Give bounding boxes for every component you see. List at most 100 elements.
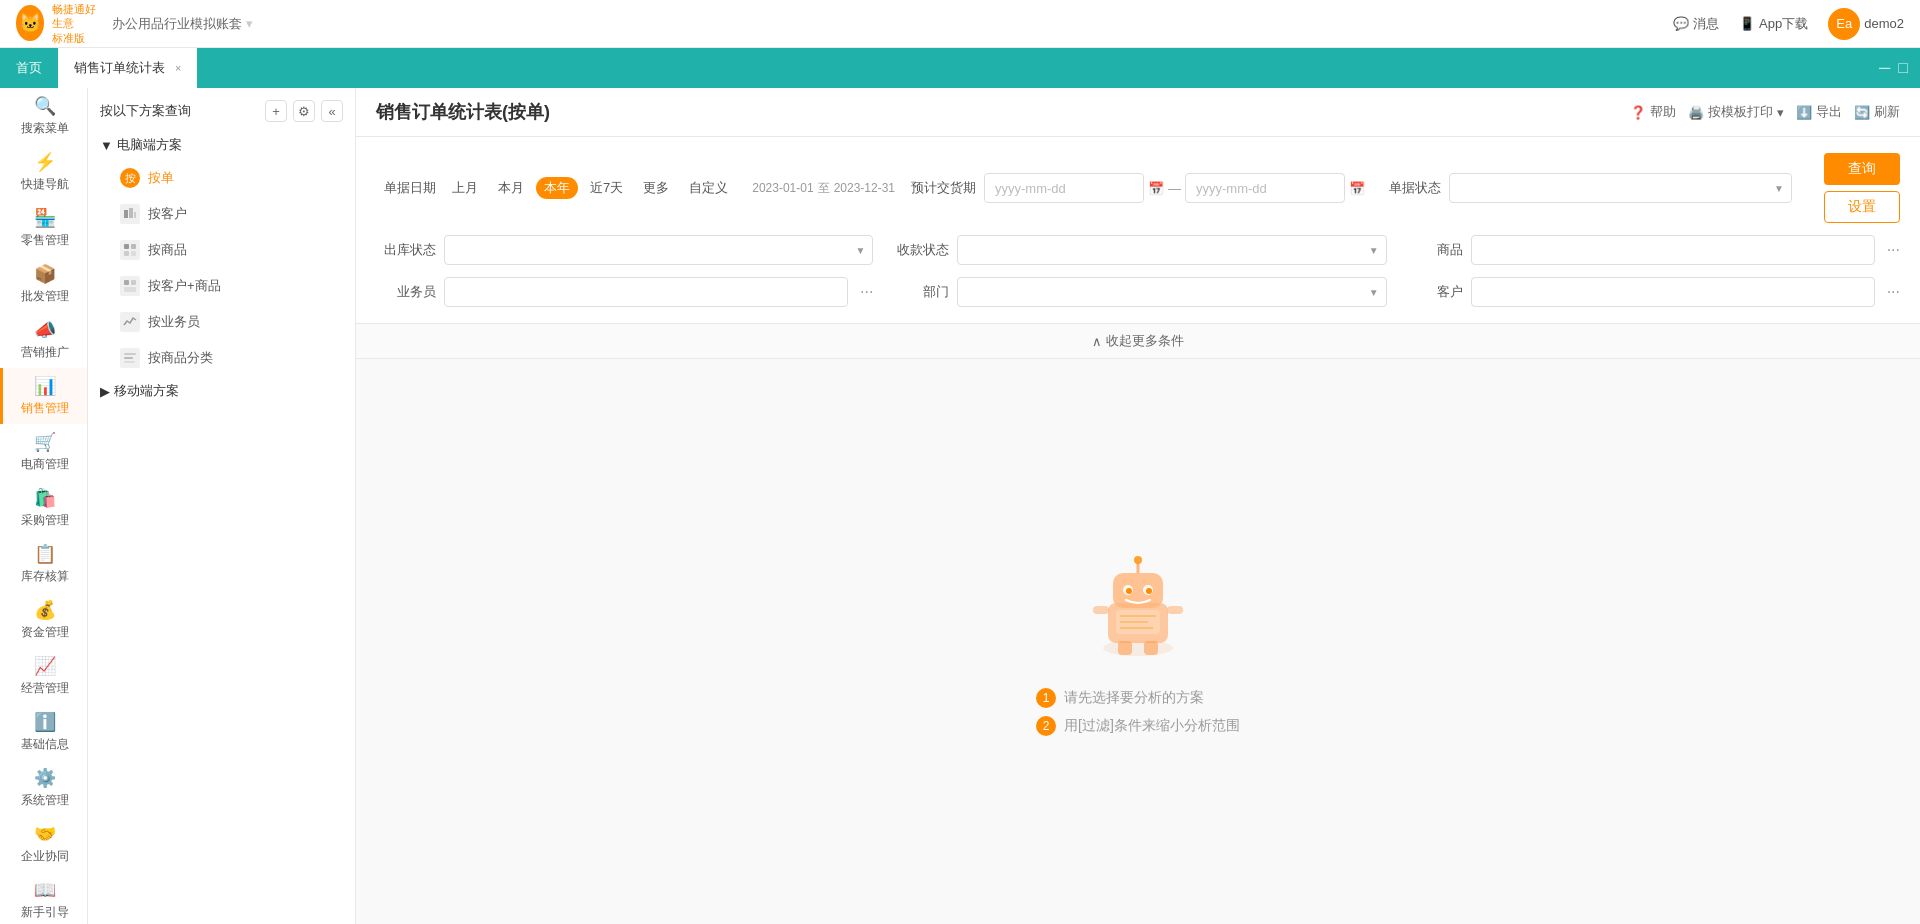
refresh-button[interactable]: 🔄 刷新 [1854, 103, 1900, 121]
finance-icon: 💰 [34, 599, 56, 621]
filter-area: 单据日期 上月 本月 本年 近7天 更多 自定义 2023-01-01 至 [356, 137, 1920, 324]
settings-scheme-button[interactable]: ⚙ [293, 100, 315, 122]
marketing-icon: 📣 [34, 319, 56, 341]
sidebar-item-wholesale[interactable]: 📦 批发管理 [0, 256, 87, 312]
status-label: 单据状态 [1381, 179, 1441, 197]
sidebar-item-operation[interactable]: 📈 经营管理 [0, 648, 87, 704]
logo-text: 畅捷通好生意 标准版 [52, 2, 104, 45]
collect-status-select[interactable] [957, 235, 1386, 265]
status-select[interactable] [1449, 173, 1792, 203]
tab-close-icon[interactable]: × [175, 62, 181, 74]
dept-label: 部门 [889, 283, 949, 301]
shortcut-more[interactable]: 更多 [635, 177, 677, 199]
export-button[interactable]: ⬇️ 导出 [1796, 103, 1842, 121]
salesperson-input[interactable] [444, 277, 848, 307]
logo-area: 🐱 畅捷通好生意 标准版 [16, 2, 104, 45]
delivery-calendar-to[interactable]: 📅 [1349, 181, 1365, 196]
sidebar-item-cooperation[interactable]: 🤝 企业协同 [0, 816, 87, 872]
dept-select[interactable] [957, 277, 1386, 307]
scheme-icon-by-salesperson [120, 312, 140, 332]
sidebar-item-retail[interactable]: 🏪 零售管理 [0, 200, 87, 256]
sales-icon: 📊 [34, 375, 56, 397]
top-right-area: 💬 消息 📱 App下载 Ea demo2 [1673, 8, 1904, 40]
right-panel: 销售订单统计表(按单) ❓ 帮助 🖨️ 按模板打印 ▾ ⬇️ 导出 [356, 88, 1920, 924]
sidebar-item-search-menu[interactable]: 🔍 搜索菜单 [0, 88, 87, 144]
tab-sales-order-stats[interactable]: 销售订单统计表 × [58, 48, 197, 88]
date-shortcuts: 上月 本月 本年 近7天 更多 自定义 [444, 177, 736, 199]
tab-bar-right: ─ □ [1879, 59, 1920, 77]
user-menu[interactable]: Ea demo2 [1828, 8, 1904, 40]
collect-status-wrapper [957, 235, 1386, 265]
empty-illustration [1078, 548, 1198, 668]
print-button[interactable]: 🖨️ 按模板打印 ▾ [1688, 103, 1784, 121]
shortcut-custom[interactable]: 自定义 [681, 177, 736, 199]
sidebar-item-inventory[interactable]: 📋 库存核算 [0, 536, 87, 592]
collapse-panel-button[interactable]: « [321, 100, 343, 122]
delivery-calendar-from[interactable]: 📅 [1148, 181, 1164, 196]
desktop-group-header[interactable]: ▼ 电脑端方案 [96, 130, 347, 160]
svg-rect-7 [124, 280, 129, 285]
scheme-item-by-goods-category[interactable]: 按商品分类 [96, 340, 347, 376]
salesperson-dots[interactable]: ··· [860, 283, 873, 301]
shortcut-this-month[interactable]: 本月 [490, 177, 532, 199]
operation-icon: 📈 [34, 655, 56, 677]
svg-rect-0 [124, 210, 128, 218]
retail-icon: 🏪 [34, 207, 56, 229]
sidebar-item-ecommerce[interactable]: 🛒 电商管理 [0, 424, 87, 480]
page-header-actions: ❓ 帮助 🖨️ 按模板打印 ▾ ⬇️ 导出 🔄 刷新 [1630, 103, 1900, 121]
sidebar-item-sales[interactable]: 📊 销售管理 [0, 368, 87, 424]
svg-rect-11 [124, 357, 133, 359]
sidebar-item-quick-nav[interactable]: ⚡ 快捷导航 [0, 144, 87, 200]
tab-minimize-button[interactable]: ─ [1879, 59, 1890, 77]
message-button[interactable]: 💬 消息 [1673, 15, 1719, 33]
delivery-from-input[interactable] [984, 173, 1144, 203]
quick-nav-icon: ⚡ [34, 151, 56, 173]
goods-dots[interactable]: ··· [1887, 241, 1900, 259]
customer-dots[interactable]: ··· [1887, 283, 1900, 301]
scheme-item-by-customer-goods[interactable]: 按客户+商品 [96, 268, 347, 304]
svg-rect-9 [124, 287, 136, 292]
empty-tip-1: 1 请先选择要分析的方案 [1036, 688, 1240, 708]
shortcut-last-month[interactable]: 上月 [444, 177, 486, 199]
help-button[interactable]: ❓ 帮助 [1630, 103, 1676, 121]
goods-label: 商品 [1403, 241, 1463, 259]
sidebar-item-marketing[interactable]: 📣 营销推广 [0, 312, 87, 368]
settings-button[interactable]: 设置 [1824, 191, 1900, 223]
sidebar-item-system[interactable]: ⚙️ 系统管理 [0, 760, 87, 816]
delivery-to-input[interactable] [1185, 173, 1345, 203]
shortcut-7days[interactable]: 近7天 [582, 177, 631, 199]
scheme-item-by-salesperson[interactable]: 按业务员 [96, 304, 347, 340]
app-download-button[interactable]: 📱 App下载 [1739, 15, 1808, 33]
sidebar-item-purchase[interactable]: 🛍️ 采购管理 [0, 480, 87, 536]
svg-point-21 [1134, 556, 1142, 564]
out-status-select[interactable] [444, 235, 873, 265]
breadcrumb-arrow[interactable]: ▾ [246, 16, 253, 31]
scheme-item-by-order[interactable]: 按 按单 [96, 160, 347, 196]
ecommerce-icon: 🛒 [34, 431, 56, 453]
scheme-item-by-goods[interactable]: 按商品 [96, 232, 347, 268]
query-button[interactable]: 查询 [1824, 153, 1900, 185]
filter-row-2: 出库状态 收款状态 [376, 235, 1900, 265]
scheme-item-by-customer[interactable]: 按客户 [96, 196, 347, 232]
goods-input[interactable] [1471, 235, 1875, 265]
action-buttons: 查询 设置 [1824, 153, 1900, 223]
collapse-bar[interactable]: ∧ 收起更多条件 [356, 324, 1920, 359]
download-icon: 📱 [1739, 16, 1755, 31]
collect-status-label: 收款状态 [889, 241, 949, 259]
tab-maximize-button[interactable]: □ [1898, 59, 1908, 77]
page-title: 销售订单统计表(按单) [376, 100, 550, 124]
add-scheme-button[interactable]: + [265, 100, 287, 122]
customer-input[interactable] [1471, 277, 1875, 307]
shortcut-this-year[interactable]: 本年 [536, 177, 578, 199]
cooperation-icon: 🤝 [34, 823, 56, 845]
sidebar-item-basic[interactable]: ℹ️ 基础信息 [0, 704, 87, 760]
tab-home[interactable]: 首页 [0, 48, 58, 88]
sidebar-item-finance[interactable]: 💰 资金管理 [0, 592, 87, 648]
left-panel: 按以下方案查询 + ⚙ « ▼ 电脑端方案 按 按单 [88, 88, 356, 924]
sidebar-item-newbie[interactable]: 📖 新手引导 [0, 872, 87, 924]
message-icon: 💬 [1673, 16, 1689, 31]
tab-bar: 首页 销售订单统计表 × ─ □ [0, 48, 1920, 88]
svg-rect-2 [134, 212, 136, 218]
mobile-group-header[interactable]: ▶ 移动端方案 [96, 376, 347, 406]
svg-point-18 [1126, 588, 1132, 594]
